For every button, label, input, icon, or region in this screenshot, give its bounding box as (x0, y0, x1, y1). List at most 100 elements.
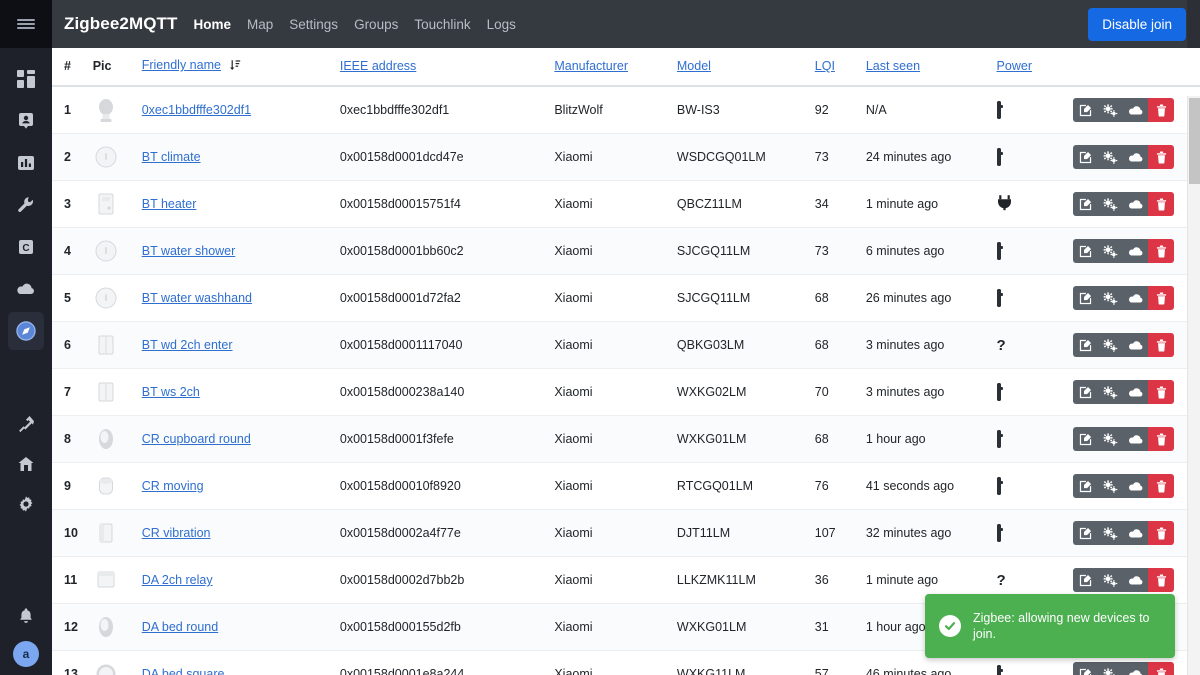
column-friendly-name[interactable]: Friendly name (135, 48, 334, 87)
cloud-button[interactable] (1123, 286, 1149, 310)
avatar[interactable]: a (13, 641, 39, 667)
column-power[interactable]: Power (990, 48, 1068, 87)
trash-button[interactable] (1148, 474, 1175, 498)
trash-button[interactable] (1148, 286, 1175, 310)
edit-button[interactable] (1073, 145, 1099, 169)
nav-link-home[interactable]: Home (194, 17, 232, 32)
rail-item-cloud[interactable] (8, 270, 44, 308)
scrollbar-thumb[interactable] (1189, 98, 1200, 184)
nav-link-groups[interactable]: Groups (354, 17, 398, 32)
edit-button[interactable] (1073, 521, 1099, 545)
cogs-button[interactable] (1098, 474, 1124, 498)
device-link[interactable]: BT water shower (142, 244, 236, 258)
cloud-button[interactable] (1123, 98, 1149, 122)
edit-button[interactable] (1073, 286, 1099, 310)
device-link[interactable]: BT wd 2ch enter (142, 338, 233, 352)
trash-button[interactable] (1148, 239, 1175, 263)
device-link[interactable]: BT heater (142, 197, 197, 211)
rail-item-zigbee2mqtt[interactable] (8, 312, 44, 350)
edit-button[interactable] (1073, 662, 1099, 675)
rail-item-build[interactable] (8, 405, 44, 443)
cogs-button[interactable] (1098, 521, 1124, 545)
nav-link-touchlink[interactable]: Touchlink (414, 17, 470, 32)
cogs-button[interactable] (1098, 662, 1124, 675)
rail-item-settings[interactable] (8, 485, 44, 523)
vertical-scrollbar[interactable] (1187, 96, 1200, 675)
trash-button[interactable] (1148, 192, 1175, 216)
trash-button[interactable] (1148, 568, 1175, 592)
device-link[interactable]: CR cupboard round (142, 432, 251, 446)
cloud-button[interactable] (1123, 239, 1149, 263)
table-row[interactable]: 4 BT water shower 0x00158d0001bb60c2 Xia… (52, 227, 1200, 275)
trash-button[interactable] (1148, 98, 1175, 122)
device-link[interactable]: BT climate (142, 150, 201, 164)
device-link[interactable]: DA 2ch relay (142, 573, 213, 587)
device-link[interactable]: CR moving (142, 479, 204, 493)
device-link[interactable]: DA bed square (142, 667, 225, 675)
toast-notification[interactable]: Zigbee: allowing new devices to join. (925, 594, 1175, 658)
trash-button[interactable] (1148, 427, 1175, 451)
cloud-button[interactable] (1123, 380, 1149, 404)
edit-button[interactable] (1073, 568, 1099, 592)
edit-button[interactable] (1073, 192, 1099, 216)
cloud-button[interactable] (1123, 521, 1149, 545)
cloud-button[interactable] (1123, 568, 1149, 592)
edit-button[interactable] (1073, 380, 1099, 404)
column-model[interactable]: Model (670, 48, 809, 87)
table-row[interactable]: 7 BT ws 2ch 0x00158d000238a140 Xiaomi WX… (52, 368, 1200, 416)
device-link[interactable]: CR vibration (142, 526, 211, 540)
nav-link-map[interactable]: Map (247, 17, 273, 32)
cloud-button[interactable] (1123, 474, 1149, 498)
cogs-button[interactable] (1098, 192, 1124, 216)
cogs-button[interactable] (1098, 427, 1124, 451)
table-row[interactable]: 1 0xec1bbdfffe302df1 0xec1bbdfffe302df1 … (52, 86, 1200, 134)
rail-item-tools[interactable] (8, 186, 44, 224)
table-row[interactable]: 2 BT climate 0x00158d0001dcd47e Xiaomi W… (52, 133, 1200, 181)
table-row[interactable]: 9 CR moving 0x00158d00010f8920 Xiaomi RT… (52, 462, 1200, 510)
table-row[interactable]: 5 BT water washhand 0x00158d0001d72fa2 X… (52, 274, 1200, 322)
trash-button[interactable] (1148, 521, 1175, 545)
cloud-button[interactable] (1123, 145, 1149, 169)
rail-item-notifications[interactable] (8, 597, 44, 635)
rail-item-dashboard[interactable] (8, 60, 44, 98)
cloud-button[interactable] (1123, 333, 1149, 357)
trash-button[interactable] (1148, 333, 1175, 357)
cogs-button[interactable] (1098, 333, 1124, 357)
edit-button[interactable] (1073, 427, 1099, 451)
cogs-button[interactable] (1098, 286, 1124, 310)
cogs-button[interactable] (1098, 98, 1124, 122)
table-row[interactable]: 8 CR cupboard round 0x00158d0001f3fefe X… (52, 415, 1200, 463)
edit-button[interactable] (1073, 98, 1099, 122)
device-link[interactable]: BT water washhand (142, 291, 252, 305)
cogs-button[interactable] (1098, 380, 1124, 404)
disable-join-button[interactable]: Disable join (1088, 7, 1186, 41)
edit-button[interactable] (1073, 474, 1099, 498)
cloud-button[interactable] (1123, 662, 1149, 675)
rail-item-console[interactable]: C (8, 228, 44, 266)
column-last-seen[interactable]: Last seen (859, 48, 991, 87)
edit-button[interactable] (1073, 333, 1099, 357)
column-ieee-address[interactable]: IEEE address (333, 48, 549, 87)
nav-link-logs[interactable]: Logs (487, 17, 516, 32)
device-link[interactable]: DA bed round (142, 620, 218, 634)
table-row[interactable]: 10 CR vibration 0x00158d0002a4f77e Xiaom… (52, 509, 1200, 557)
trash-button[interactable] (1148, 145, 1175, 169)
rail-item-statistics[interactable] (8, 144, 44, 182)
cogs-button[interactable] (1098, 568, 1124, 592)
device-link[interactable]: 0xec1bbdfffe302df1 (142, 103, 251, 117)
column-lqi[interactable]: LQI (808, 48, 860, 87)
device-link[interactable]: BT ws 2ch (142, 385, 200, 399)
table-row[interactable]: 6 BT wd 2ch enter 0x00158d0001117040 Xia… (52, 321, 1200, 369)
cogs-button[interactable] (1098, 239, 1124, 263)
nav-link-settings[interactable]: Settings (289, 17, 338, 32)
edit-button[interactable] (1073, 239, 1099, 263)
trash-button[interactable] (1148, 380, 1175, 404)
column-manufacturer[interactable]: Manufacturer (548, 48, 671, 87)
hamburger-menu-button[interactable] (0, 0, 52, 48)
cloud-button[interactable] (1123, 192, 1149, 216)
rail-item-contacts[interactable] (8, 102, 44, 140)
table-row[interactable]: 3 BT heater 0x00158d00015751f4 Xiaomi QB… (52, 180, 1200, 228)
cloud-button[interactable] (1123, 427, 1149, 451)
cogs-button[interactable] (1098, 145, 1124, 169)
rail-item-home[interactable] (8, 445, 44, 483)
